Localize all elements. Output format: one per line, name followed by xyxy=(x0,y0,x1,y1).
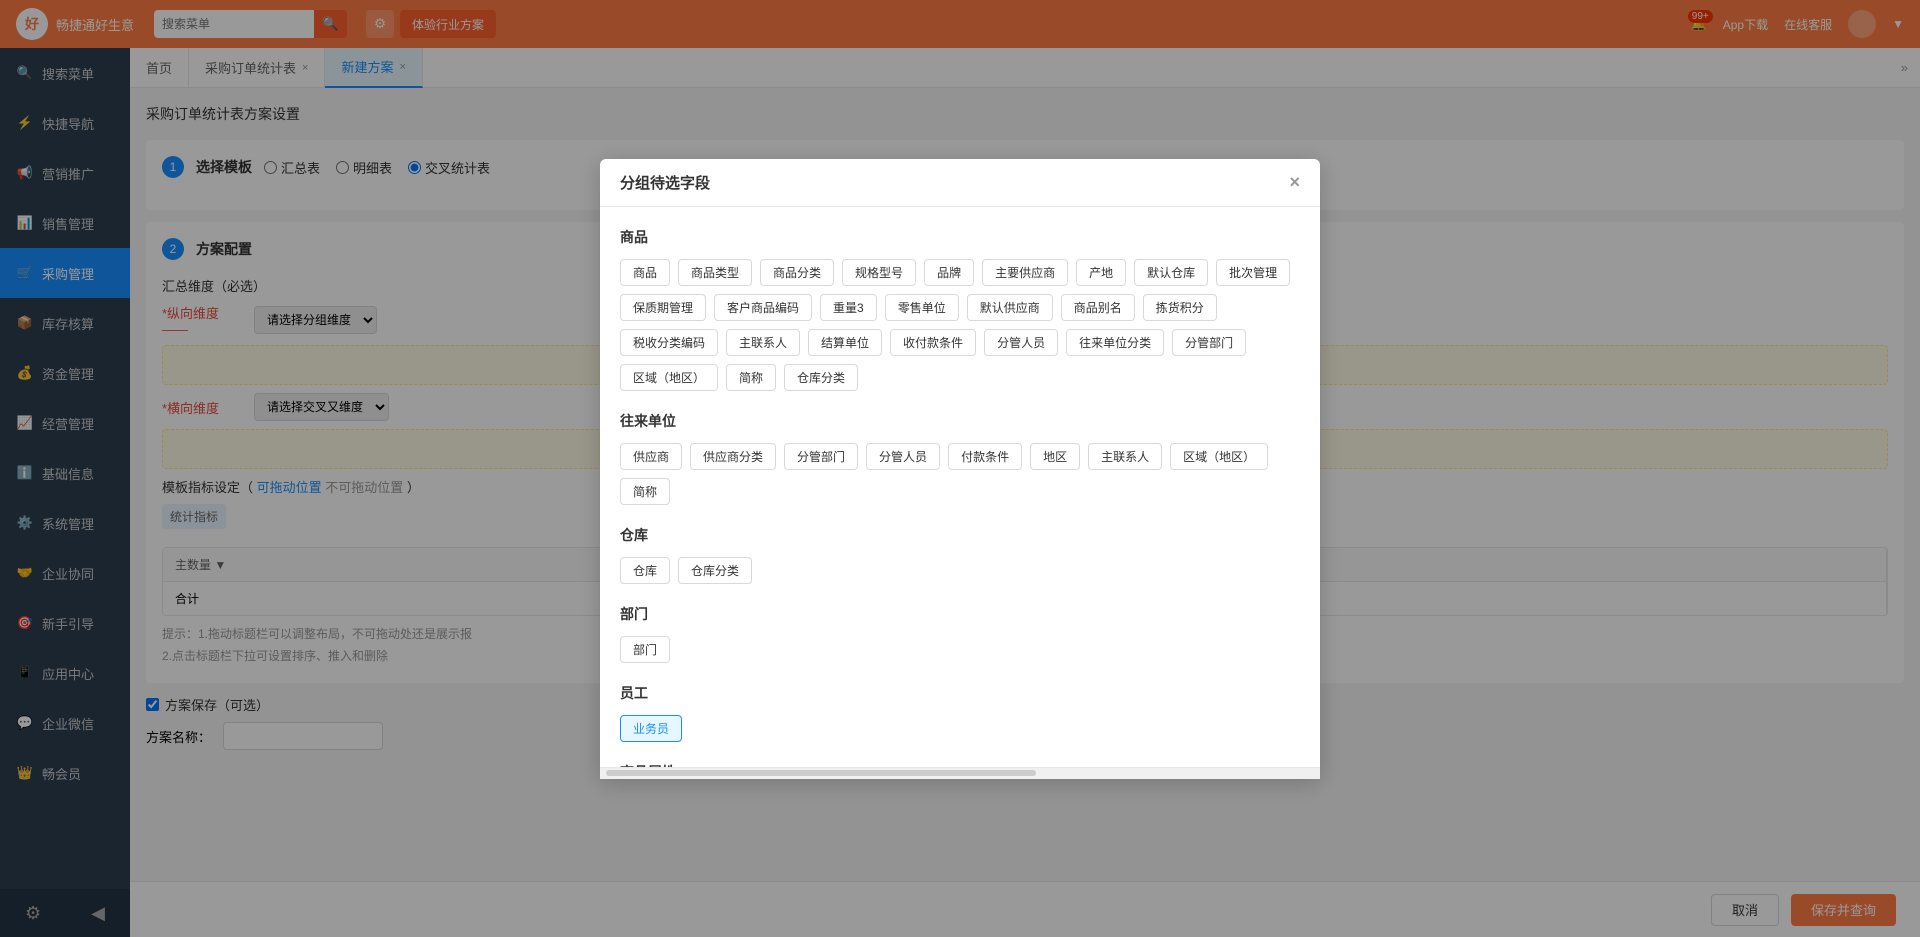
modal-horizontal-scrollbar[interactable] xyxy=(600,767,1320,779)
section-warehouse-title: 仓库 xyxy=(620,525,1300,545)
chip-partner-short-name[interactable]: 简称 xyxy=(620,478,670,505)
section-employee: 员工 业务员 xyxy=(620,683,1300,742)
modal-hscroll-thumb xyxy=(606,770,1036,776)
chip-dept[interactable]: 分管部门 xyxy=(1172,329,1246,356)
chip-weight[interactable]: 重量3 xyxy=(820,294,877,321)
modal-close-button[interactable]: × xyxy=(1289,172,1300,193)
chip-supplier[interactable]: 供应商 xyxy=(620,443,682,470)
chip-product-category[interactable]: 商品分类 xyxy=(760,259,834,286)
chip-main-supplier[interactable]: 主要供应商 xyxy=(982,259,1068,286)
chip-customer-code[interactable]: 客户商品编码 xyxy=(714,294,812,321)
section-warehouse-chips: 仓库 仓库分类 xyxy=(620,557,1300,584)
chip-partner-region2[interactable]: 区域（地区） xyxy=(1170,443,1268,470)
modal-overlay: 分组待选字段 × 商品 商品 商品类型 商品分类 规格型号 品牌 主要供应商 产… xyxy=(0,0,1920,937)
chip-expiry-mgmt[interactable]: 保质期管理 xyxy=(620,294,706,321)
section-product-chips: 商品 商品类型 商品分类 规格型号 品牌 主要供应商 产地 默认仓库 批次管理 … xyxy=(620,259,1300,391)
chip-payment-terms[interactable]: 收付款条件 xyxy=(890,329,976,356)
chip-product-type[interactable]: 商品类型 xyxy=(678,259,752,286)
chip-supervisor[interactable]: 分管人员 xyxy=(984,329,1058,356)
section-partner: 往来单位 供应商 供应商分类 分管部门 分管人员 付款条件 地区 主联系人 区域… xyxy=(620,411,1300,505)
chip-region[interactable]: 区域（地区） xyxy=(620,364,718,391)
chip-spec-type[interactable]: 规格型号 xyxy=(842,259,916,286)
chip-default-warehouse[interactable]: 默认仓库 xyxy=(1134,259,1208,286)
chip-warehouse[interactable]: 仓库 xyxy=(620,557,670,584)
chip-default-supplier[interactable]: 默认供应商 xyxy=(967,294,1053,321)
section-product: 商品 商品 商品类型 商品分类 规格型号 品牌 主要供应商 产地 默认仓库 批次… xyxy=(620,227,1300,391)
section-employee-title: 员工 xyxy=(620,683,1300,703)
chip-origin[interactable]: 产地 xyxy=(1076,259,1126,286)
section-department-chips: 部门 xyxy=(620,636,1300,663)
section-partner-chips: 供应商 供应商分类 分管部门 分管人员 付款条件 地区 主联系人 区域（地区） … xyxy=(620,443,1300,505)
chip-brand[interactable]: 品牌 xyxy=(924,259,974,286)
section-employee-chips: 业务员 xyxy=(620,715,1300,742)
chip-pick-score[interactable]: 拣货积分 xyxy=(1143,294,1217,321)
chip-warehouse-category[interactable]: 仓库分类 xyxy=(784,364,858,391)
chip-partner-contact[interactable]: 主联系人 xyxy=(1088,443,1162,470)
chip-retail-unit[interactable]: 零售单位 xyxy=(885,294,959,321)
chip-main-contact[interactable]: 主联系人 xyxy=(726,329,800,356)
modal-title: 分组待选字段 xyxy=(620,172,710,193)
chip-partner-region[interactable]: 地区 xyxy=(1030,443,1080,470)
chip-salesperson[interactable]: 业务员 xyxy=(620,715,682,742)
field-selection-modal: 分组待选字段 × 商品 商品 商品类型 商品分类 规格型号 品牌 主要供应商 产… xyxy=(600,159,1320,779)
modal-header: 分组待选字段 × xyxy=(600,159,1320,207)
chip-warehouse-type[interactable]: 仓库分类 xyxy=(678,557,752,584)
chip-settlement-unit[interactable]: 结算单位 xyxy=(808,329,882,356)
chip-supplier-category[interactable]: 供应商分类 xyxy=(690,443,776,470)
chip-partner-payment[interactable]: 付款条件 xyxy=(948,443,1022,470)
section-department: 部门 部门 xyxy=(620,604,1300,663)
chip-partner-supervisor[interactable]: 分管人员 xyxy=(866,443,940,470)
chip-batch-mgmt[interactable]: 批次管理 xyxy=(1216,259,1290,286)
chip-department[interactable]: 部门 xyxy=(620,636,670,663)
modal-body: 商品 商品 商品类型 商品分类 规格型号 品牌 主要供应商 产地 默认仓库 批次… xyxy=(600,207,1320,767)
section-product-title: 商品 xyxy=(620,227,1300,247)
section-department-title: 部门 xyxy=(620,604,1300,624)
chip-product[interactable]: 商品 xyxy=(620,259,670,286)
section-warehouse: 仓库 仓库 仓库分类 xyxy=(620,525,1300,584)
section-partner-title: 往来单位 xyxy=(620,411,1300,431)
chip-unit-category[interactable]: 往来单位分类 xyxy=(1066,329,1164,356)
chip-short-name[interactable]: 简称 xyxy=(726,364,776,391)
chip-product-alias[interactable]: 商品别名 xyxy=(1061,294,1135,321)
chip-tax-code[interactable]: 税收分类编码 xyxy=(620,329,718,356)
chip-partner-dept[interactable]: 分管部门 xyxy=(784,443,858,470)
